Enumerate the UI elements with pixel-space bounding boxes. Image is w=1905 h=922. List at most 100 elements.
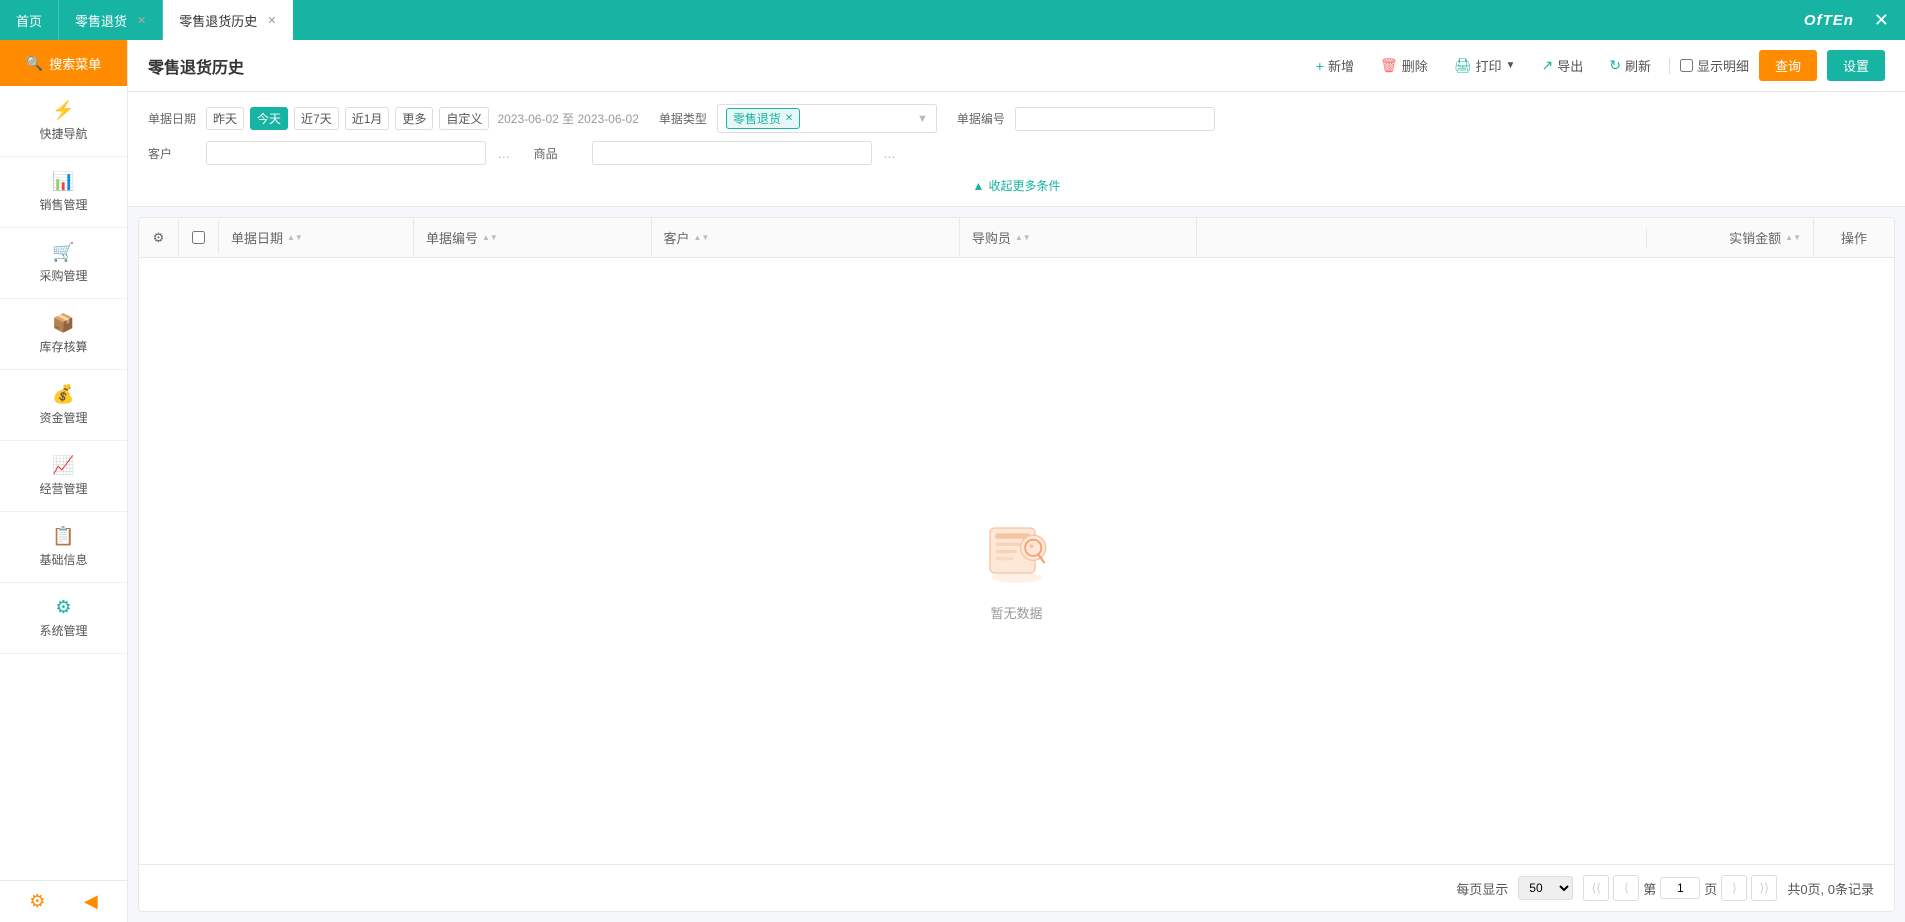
empty-state: 暂无数据 (932, 461, 1102, 662)
refresh-label: 刷新 (1625, 56, 1651, 75)
refresh-button[interactable]: ↻ 刷新 (1601, 52, 1659, 79)
refresh-icon: ↻ (1609, 57, 1621, 74)
print-label: 打印 (1476, 56, 1502, 75)
sidebar-search[interactable]: 🔍 搜索菜单 (0, 40, 127, 86)
tab-retail-return-close[interactable]: ✕ (137, 14, 146, 27)
filter-row-2: 客户 ... 商品 ... (148, 141, 1885, 165)
page-label: 第 (1643, 879, 1656, 898)
sidebar-item-operations[interactable]: 📈 经营管理 (0, 441, 127, 512)
print-icon: 🖨 (1454, 57, 1472, 74)
th-voucher-no[interactable]: 单据编号 ▲▼ (414, 218, 652, 257)
settings-bottom-icon[interactable]: ⚙ (29, 891, 45, 912)
date-today-btn[interactable]: 今天 (250, 107, 288, 130)
page-first-btn[interactable]: ⟨⟨ (1583, 875, 1609, 901)
th-guide-sort: ▲▼ (1015, 234, 1031, 242)
sidebar-item-finance[interactable]: 💰 资金管理 (0, 370, 127, 441)
voucher-type-label: 单据类型 (659, 110, 709, 127)
customer-input[interactable] (206, 141, 486, 165)
content-area: 零售退货历史 + 新增 🗑 删除 🖨 打印 ▼ ↗ 导出 (128, 40, 1905, 922)
collapse-filter-btn[interactable]: ▲ 收起更多条件 (973, 177, 1061, 194)
page-last-btn[interactable]: ⟩⟩ (1751, 875, 1777, 901)
settings-button[interactable]: 设置 (1827, 50, 1885, 81)
filter-voucher-type: 单据类型 零售退货 ✕ ▼ (659, 104, 937, 133)
sidebar-item-quick-nav[interactable]: ⚡ 快捷导航 (0, 86, 127, 157)
query-button[interactable]: 查询 (1759, 50, 1817, 81)
sidebar-item-system-label: 系统管理 (39, 622, 87, 639)
filter-goods: 商品 ... (534, 141, 900, 165)
voucher-no-input[interactable] (1015, 107, 1215, 131)
collapse-sidebar-icon[interactable]: ◀ (84, 891, 98, 912)
th-settings[interactable]: ⚙ (139, 220, 179, 256)
add-button[interactable]: + 新增 (1308, 52, 1362, 79)
sidebar-item-inventory[interactable]: 📦 库存核算 (0, 299, 127, 370)
tab-home[interactable]: 首页 (0, 0, 59, 40)
page-next-btn[interactable]: ⟩ (1721, 875, 1747, 901)
th-guide[interactable]: 导购员 ▲▼ (960, 218, 1198, 257)
th-voucher-sort: ▲▼ (482, 234, 498, 242)
date-last1m-btn[interactable]: 近1月 (345, 107, 390, 130)
page-input[interactable] (1660, 877, 1700, 899)
purchase-icon: 🛒 (52, 242, 74, 263)
tab-retail-return-history-close[interactable]: ✕ (267, 14, 276, 27)
empty-text: 暂无数据 (990, 603, 1042, 622)
print-button[interactable]: 🖨 打印 ▼ (1446, 52, 1524, 79)
customer-ellipsis-btn[interactable]: ... (494, 145, 514, 161)
basic-info-icon: 📋 (52, 526, 74, 547)
table-body: 暂无数据 (139, 258, 1894, 864)
quick-nav-icon: ⚡ (52, 100, 74, 121)
collapse-filter-label: 收起更多条件 (988, 177, 1060, 194)
export-button[interactable]: ↗ 导出 (1533, 52, 1591, 79)
delete-icon: 🗑 (1380, 57, 1398, 74)
th-operate-label: 操作 (1841, 228, 1867, 247)
tab-retail-return-history[interactable]: 零售退货历史 ✕ (163, 0, 293, 40)
finance-icon: 💰 (52, 384, 74, 405)
inventory-icon: 📦 (52, 313, 74, 334)
brand-label: OfTEn (1804, 12, 1854, 29)
table-header: ⚙ 单据日期 ▲▼ 单据编号 ▲▼ 客户 ▲▼ 导购员 (139, 218, 1894, 258)
sidebar-item-sales-mgmt[interactable]: 📊 销售管理 (0, 157, 127, 228)
export-icon: ↗ (1541, 57, 1553, 74)
sidebar-item-system-mgmt[interactable]: ⚙ 系统管理 (0, 583, 127, 654)
date-custom-btn[interactable]: 自定义 (439, 107, 489, 130)
window-close-button[interactable]: ✕ (1874, 10, 1889, 31)
goods-label: 商品 (534, 145, 584, 162)
total-info: 共0页, 0条记录 (1787, 879, 1874, 898)
th-amount[interactable]: 实销金额 ▲▼ (1647, 218, 1814, 257)
sidebar-item-basic-info[interactable]: 📋 基础信息 (0, 512, 127, 583)
sidebar-item-inventory-label: 库存核算 (39, 338, 87, 355)
th-checkbox[interactable] (179, 221, 219, 254)
show-detail-toggle[interactable]: 显示明细 (1680, 56, 1749, 75)
voucher-no-label: 单据编号 (957, 110, 1007, 127)
add-label: 新增 (1328, 56, 1354, 75)
show-detail-checkbox[interactable] (1680, 59, 1693, 72)
th-voucher-label: 单据编号 (426, 228, 478, 247)
voucher-type-tags: 零售退货 ✕ (726, 108, 800, 129)
sidebar-item-sales-label: 销售管理 (39, 196, 87, 213)
sidebar-search-label: 搜索菜单 (49, 54, 101, 73)
per-page-select[interactable]: 10 20 50 100 (1518, 876, 1573, 900)
sidebar-item-purchase-mgmt[interactable]: 🛒 采购管理 (0, 228, 127, 299)
goods-input[interactable] (592, 141, 872, 165)
th-date[interactable]: 单据日期 ▲▼ (219, 218, 414, 257)
date-more-btn[interactable]: 更多 (395, 107, 433, 130)
th-customer-sort: ▲▼ (694, 234, 710, 242)
date-yesterday-btn[interactable]: 昨天 (206, 107, 244, 130)
voucher-type-tag-close[interactable]: ✕ (785, 113, 793, 124)
tab-retail-return[interactable]: 零售退货 ✕ (59, 0, 163, 40)
voucher-type-select[interactable]: 零售退货 ✕ ▼ (717, 104, 937, 133)
filter-date: 单据日期 昨天 今天 近7天 近1月 更多 自定义 2023-06-02 至 2… (148, 107, 639, 130)
select-all-checkbox[interactable] (192, 231, 205, 244)
goods-ellipsis-btn[interactable]: ... (880, 145, 900, 161)
th-customer[interactable]: 客户 ▲▼ (652, 218, 960, 257)
tab-list: 首页 零售退货 ✕ 零售退货历史 ✕ (0, 0, 1804, 40)
show-detail-text: 显示明细 (1697, 56, 1749, 75)
voucher-type-tag: 零售退货 ✕ (726, 108, 800, 129)
delete-button[interactable]: 🗑 删除 (1372, 52, 1436, 79)
date-filter-group: 昨天 今天 近7天 近1月 更多 自定义 (206, 107, 489, 130)
date-last7-btn[interactable]: 近7天 (294, 107, 339, 130)
th-customer-label: 客户 (664, 228, 690, 247)
page-prev-btn[interactable]: ⟨ (1613, 875, 1639, 901)
collapse-up-icon: ▲ (973, 179, 985, 193)
sidebar-menu: ⚡ 快捷导航 📊 销售管理 🛒 采购管理 📦 库存核算 💰 资金管理 📈 (0, 86, 127, 880)
th-middle (1197, 228, 1647, 248)
